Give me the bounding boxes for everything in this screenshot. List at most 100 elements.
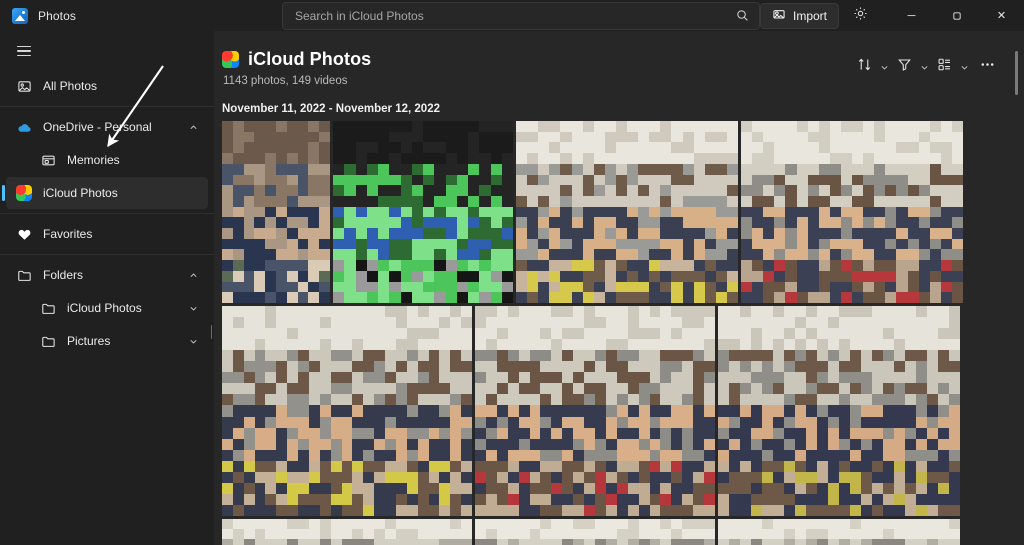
import-button[interactable]: Import bbox=[759, 2, 839, 29]
sort-chevron-down-icon[interactable] bbox=[877, 53, 892, 81]
photo-grid-row bbox=[214, 306, 1024, 516]
sidebar-item-label: Favorites bbox=[43, 227, 93, 241]
pixelated-thumbnail-content bbox=[718, 306, 960, 516]
pixelated-thumbnail-content bbox=[222, 306, 472, 516]
titlebar-actions: Import ─ ✕ bbox=[759, 0, 1024, 31]
sidebar-item-folders[interactable]: Folders bbox=[6, 259, 208, 291]
photo-thumbnail-screenshot[interactable] bbox=[333, 121, 513, 303]
icloud-photos-icon bbox=[16, 185, 32, 201]
search-placeholder: Search in iCloud Photos bbox=[294, 8, 424, 23]
date-group-header: November 11, 2022 - November 12, 2022 bbox=[222, 103, 440, 115]
photo-scroll-region[interactable]: iCloud Photos 1143 photos, 149 videos No… bbox=[214, 31, 1024, 545]
photo-grid-row bbox=[214, 121, 1024, 303]
vertical-scrollbar[interactable] bbox=[1012, 31, 1020, 545]
sort-arrows-icon bbox=[857, 57, 872, 77]
sidebar-item-label: iCloud Photos bbox=[67, 301, 142, 315]
app-body: All Photos OneDrive - Personal Memories iC… bbox=[0, 31, 1024, 545]
photo-thumbnail[interactable] bbox=[222, 519, 472, 545]
sidebar-item-label: All Photos bbox=[43, 79, 98, 93]
app-title: Photos bbox=[38, 8, 76, 23]
photos-app-window: Photos Search in iCloud Photos Import ─ … bbox=[0, 0, 1024, 545]
settings-button[interactable] bbox=[845, 2, 875, 30]
photo-count-subtitle: 1143 photos, 149 videos bbox=[223, 75, 348, 87]
sidebar-nav-list: All Photos OneDrive - Personal Memories iC… bbox=[0, 69, 214, 358]
photo-grid bbox=[214, 121, 1024, 545]
sidebar-item-label: Pictures bbox=[67, 334, 111, 348]
pixelated-thumbnail-content bbox=[516, 121, 738, 303]
sidebar-divider bbox=[0, 213, 214, 214]
chevron-down-icon[interactable] bbox=[189, 304, 198, 313]
sidebar-item-label: Memories bbox=[67, 153, 120, 167]
sidebar-divider bbox=[0, 106, 214, 107]
scrollbar-thumb[interactable] bbox=[1015, 51, 1018, 95]
sidebar-item-label: Folders bbox=[43, 268, 84, 282]
folder-icon bbox=[40, 333, 56, 349]
sidebar: All Photos OneDrive - Personal Memories iC… bbox=[0, 31, 216, 545]
photo-thumbnail[interactable] bbox=[222, 306, 472, 516]
page-title-row: iCloud Photos bbox=[222, 49, 852, 70]
sort-button[interactable] bbox=[852, 53, 877, 81]
search-area: Search in iCloud Photos bbox=[281, 1, 760, 30]
pixelated-thumbnail-content bbox=[475, 306, 715, 516]
layout-chevron-down-icon[interactable] bbox=[957, 53, 972, 81]
content-toolbar bbox=[852, 49, 1002, 81]
photo-grid-row bbox=[214, 519, 1024, 545]
sidebar-item-icloud-photos[interactable]: iCloud Photos bbox=[6, 292, 208, 324]
photo-thumbnail[interactable] bbox=[741, 121, 963, 303]
pixelated-thumbnail-content bbox=[741, 121, 963, 303]
photo-thumbnail[interactable] bbox=[718, 519, 960, 545]
sidebar-item-favorites[interactable]: Favorites bbox=[6, 218, 208, 250]
pixelated-thumbnail-content bbox=[222, 121, 330, 303]
page-heading-block: iCloud Photos 1143 photos, 149 videos bbox=[222, 49, 852, 87]
filter-funnel-icon bbox=[897, 57, 912, 77]
chevron-up-icon[interactable] bbox=[189, 123, 198, 132]
folder-icon bbox=[16, 267, 32, 283]
grid-layout-icon bbox=[937, 57, 952, 77]
folder-icon bbox=[40, 300, 56, 316]
photo-thumbnail[interactable] bbox=[718, 306, 960, 516]
ellipsis-icon bbox=[979, 56, 996, 73]
maximize-button[interactable] bbox=[934, 0, 979, 31]
more-options-button[interactable] bbox=[972, 53, 1002, 81]
filter-chevron-down-icon[interactable] bbox=[917, 53, 932, 81]
window-controls: ─ ✕ bbox=[889, 0, 1024, 31]
photo-thumbnail[interactable] bbox=[475, 306, 715, 516]
chevron-up-icon[interactable] bbox=[189, 271, 198, 280]
main-content: iCloud Photos 1143 photos, 149 videos No… bbox=[214, 31, 1024, 545]
content-header: iCloud Photos 1143 photos, 149 videos bbox=[214, 31, 1024, 87]
heart-icon bbox=[16, 226, 32, 242]
title-bar: Photos Search in iCloud Photos Import ─ … bbox=[0, 0, 1024, 31]
chevron-down-icon[interactable] bbox=[189, 337, 198, 346]
photo-thumbnail[interactable] bbox=[516, 121, 738, 303]
import-photos-icon bbox=[772, 7, 786, 24]
pixelated-thumbnail-content bbox=[475, 519, 715, 545]
import-button-label: Import bbox=[792, 8, 827, 23]
sidebar-item-icloud-photos[interactable]: iCloud Photos bbox=[6, 177, 208, 209]
icloud-photos-icon bbox=[222, 51, 239, 68]
photo-icon bbox=[16, 78, 32, 94]
photos-app-icon bbox=[12, 7, 28, 24]
pixelated-thumbnail-content bbox=[222, 519, 472, 545]
sidebar-item-label: OneDrive - Personal bbox=[43, 120, 152, 134]
filter-button[interactable] bbox=[892, 53, 917, 81]
page-title: iCloud Photos bbox=[248, 49, 372, 69]
close-button[interactable]: ✕ bbox=[979, 0, 1024, 31]
search-input[interactable]: Search in iCloud Photos bbox=[281, 1, 760, 30]
gear-icon bbox=[853, 6, 868, 26]
app-branding: Photos bbox=[0, 7, 282, 24]
sidebar-item-onedrive-personal[interactable]: OneDrive - Personal bbox=[6, 111, 208, 143]
layout-button[interactable] bbox=[932, 53, 957, 81]
sidebar-item-label: iCloud Photos bbox=[43, 186, 118, 200]
hamburger-menu-icon[interactable] bbox=[2, 33, 46, 69]
photo-thumbnail[interactable] bbox=[475, 519, 715, 545]
cloud-icon bbox=[16, 119, 32, 135]
pixelated-thumbnail-content bbox=[333, 121, 513, 303]
sidebar-item-memories[interactable]: Memories bbox=[6, 144, 208, 176]
photo-thumbnail[interactable] bbox=[222, 121, 330, 303]
search-icon[interactable] bbox=[736, 9, 749, 22]
sidebar-divider bbox=[0, 254, 214, 255]
sidebar-item-pictures[interactable]: Pictures bbox=[6, 325, 208, 357]
minimize-button[interactable]: ─ bbox=[889, 0, 934, 31]
pixelated-thumbnail-content bbox=[718, 519, 960, 545]
sidebar-item-all-photos[interactable]: All Photos bbox=[6, 70, 208, 102]
